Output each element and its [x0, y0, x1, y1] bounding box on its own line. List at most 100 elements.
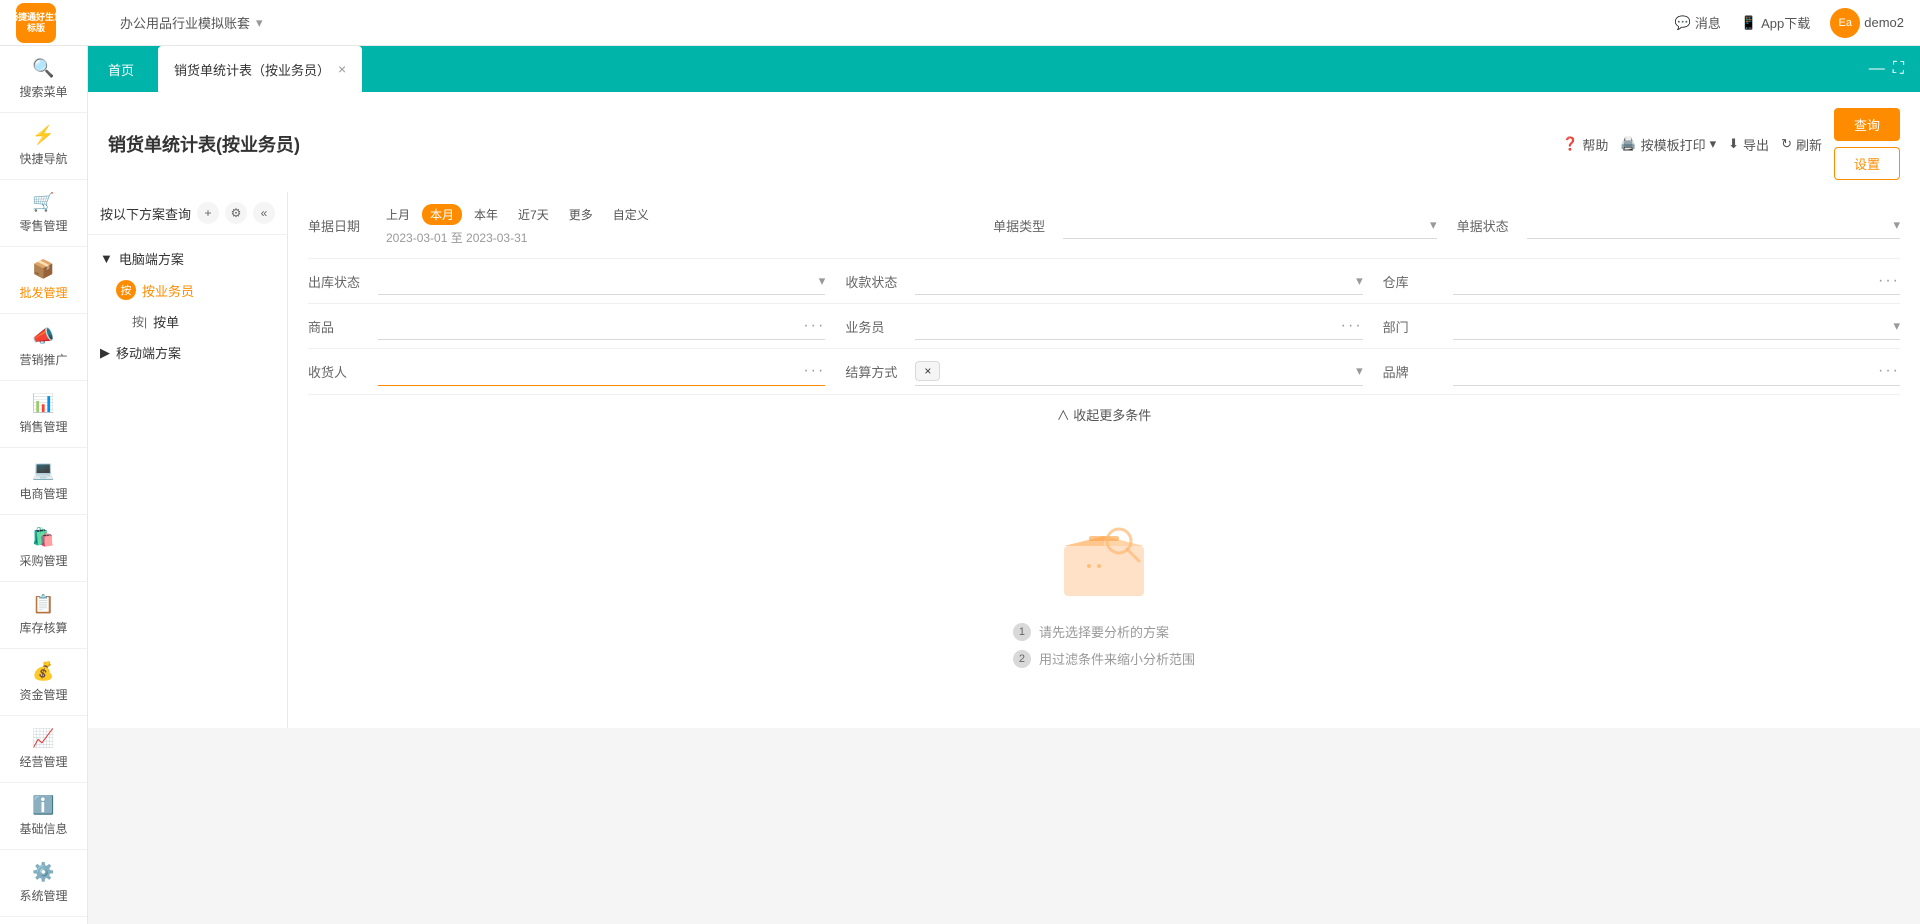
hint-num-2: 2 — [1013, 650, 1031, 668]
filter-payment-method-item: 结算方式 × ▾ — [845, 357, 1362, 386]
ecommerce-icon: 💻 — [32, 460, 54, 481]
scheme-settings-button[interactable]: ⚙ — [225, 202, 247, 224]
top-nav: 畅捷通好生意 标版 办公用品行业模拟账套 ▾ 💬 消息 📱 App下载 Ea d… — [0, 0, 1920, 46]
tab-close-icon[interactable]: × — [338, 61, 346, 77]
header-actions: ❓ 帮助 🖨️ 按模板打印 ▾ ⬇ 导出 ↻ — [1562, 108, 1900, 180]
date-tab-this-month[interactable]: 本月 — [422, 204, 462, 225]
filter-out-status-item: 出库状态 ▾ — [308, 267, 825, 295]
filter-product-control[interactable]: ··· — [378, 312, 825, 340]
app-selector[interactable]: 办公用品行业模拟账套 ▾ — [104, 13, 1675, 32]
finance-icon: 💰 — [32, 661, 54, 682]
scheme-action-buttons: + ⚙ « — [197, 202, 275, 224]
scheme-add-button[interactable]: + — [197, 202, 219, 224]
sidebar-item-search-menu[interactable]: 🔍 搜索菜单 — [0, 46, 87, 113]
filter-product-item: 商品 ··· — [308, 312, 825, 340]
help-button[interactable]: ❓ 帮助 — [1562, 135, 1608, 154]
warehouse-dots-icon: ··· — [1878, 272, 1900, 290]
export-button[interactable]: ⬇ 导出 — [1728, 135, 1769, 154]
refresh-icon: ↻ — [1781, 136, 1792, 152]
marketing-icon: 📣 — [32, 326, 54, 347]
tab-maximize-icon[interactable]: ⛶ — [1893, 60, 1904, 78]
tree-group-pc-arrow-icon: ▼ — [100, 251, 113, 266]
filter-doc-status-item: 单据状态 ▾ — [1457, 211, 1900, 239]
filter-brand-control[interactable]: ··· — [1453, 358, 1900, 386]
sidebar-item-marketing[interactable]: 📣 营销推广 — [0, 314, 87, 381]
avatar: Ea — [1830, 8, 1860, 38]
sidebar-item-ecommerce[interactable]: 💻 电商管理 — [0, 448, 87, 515]
logo-icon: 畅捷通好生意 标版 — [16, 3, 56, 43]
app-selector-arrow-icon: ▾ — [256, 15, 263, 31]
filter-row-2: 出库状态 ▾ 收款状态 ▾ — [308, 259, 1900, 304]
logo-area: 畅捷通好生意 标版 — [16, 3, 104, 43]
collapse-conditions-button[interactable]: ∧ 收起更多条件 — [1057, 405, 1152, 424]
scheme-collapse-button[interactable]: « — [253, 202, 275, 224]
sidebar-item-enterprise[interactable]: 🏢 企业协同 — [0, 917, 87, 924]
box-illustration — [1044, 506, 1164, 606]
filter-warehouse-item: 仓库 ··· — [1383, 267, 1900, 295]
page-header: 销货单统计表(按业务员) ❓ 帮助 🖨️ 按模板打印 ▾ ⬇ — [88, 92, 1920, 192]
sidebar-item-retail[interactable]: 🛒 零售管理 — [0, 180, 87, 247]
filter-payment-status-item: 收款状态 ▾ — [845, 267, 1362, 295]
date-tab-last-7days[interactable]: 近7天 — [510, 204, 557, 225]
filter-payment-status-control[interactable]: ▾ — [915, 267, 1362, 295]
filter-dept-label: 部门 — [1383, 317, 1453, 336]
tree-group-mobile-header[interactable]: ▶ 移动端方案 — [88, 337, 287, 368]
tab-home[interactable]: 首页 — [88, 46, 154, 92]
export-icon: ⬇ — [1728, 136, 1739, 152]
filter-warehouse-label: 仓库 — [1383, 272, 1453, 291]
filter-staff-control[interactable]: ··· — [915, 312, 1362, 340]
tree-group-pc-header[interactable]: ▼ 电脑端方案 — [88, 243, 287, 274]
filter-row-3: 商品 ··· 业务员 ··· — [308, 304, 1900, 349]
out-status-arrow-icon: ▾ — [819, 273, 826, 289]
filter-doc-type-control[interactable]: ▾ — [1063, 211, 1436, 239]
search-menu-icon: 🔍 — [32, 58, 54, 79]
payment-method-tag-close-icon[interactable]: × — [924, 364, 931, 378]
tab-active[interactable]: 销货单统计表（按业务员） × — [158, 46, 362, 92]
tree-item-by-staff[interactable]: 按 按业务员 — [88, 274, 287, 306]
sidebar-item-quick-nav[interactable]: ⚡ 快捷导航 — [0, 113, 87, 180]
filter-dept-control[interactable]: ▾ — [1453, 312, 1900, 340]
settings-button[interactable]: 设置 — [1834, 147, 1900, 180]
sidebar-item-finance[interactable]: 💰 资金管理 — [0, 649, 87, 716]
date-tab-this-year[interactable]: 本年 — [466, 204, 506, 225]
sidebar-item-wholesale[interactable]: 📦 批发管理 — [0, 247, 87, 314]
print-button[interactable]: 🖨️ 按模板打印 ▾ — [1620, 135, 1716, 154]
sidebar-item-sales[interactable]: 📊 销售管理 — [0, 381, 87, 448]
filter-out-status-control[interactable]: ▾ — [378, 267, 825, 295]
content-area: 首页 销货单统计表（按业务员） × — ⛶ 销货单统计表(按业务员) ❓ — [88, 46, 1920, 924]
date-tab-custom[interactable]: 自定义 — [605, 204, 657, 225]
tree-group-mobile: ▶ 移动端方案 — [88, 337, 287, 368]
doc-status-arrow-icon: ▾ — [1893, 217, 1900, 233]
filter-receiver-control[interactable]: ··· — [378, 358, 825, 386]
app-download-button[interactable]: 📱 App下载 — [1741, 13, 1810, 32]
filter-doc-status-control[interactable]: ▾ — [1527, 211, 1900, 239]
tree-subitem-by-order-icon: 按| — [132, 313, 147, 330]
product-dots-icon: ··· — [803, 317, 825, 335]
tab-actions: — ⛶ — [1869, 60, 1920, 78]
quick-nav-icon: ⚡ — [32, 125, 54, 146]
date-tab-last-month[interactable]: 上月 — [378, 204, 418, 225]
tab-minimize-icon[interactable]: — — [1869, 60, 1885, 78]
sidebar-item-operation[interactable]: 📈 经营管理 — [0, 716, 87, 783]
date-tabs: 上月 本月 本年 近7天 更多 自定义 — [378, 204, 657, 225]
user-area[interactable]: Ea demo2 — [1830, 8, 1904, 38]
filter-out-status-label: 出库状态 — [308, 272, 378, 291]
refresh-button[interactable]: ↻ 刷新 — [1781, 135, 1822, 154]
query-button[interactable]: 查询 — [1834, 108, 1900, 141]
sidebar-item-inventory[interactable]: 📋 库存核算 — [0, 582, 87, 649]
sidebar-item-purchase[interactable]: 🛍️ 采购管理 — [0, 515, 87, 582]
filter-payment-method-control[interactable]: × ▾ — [915, 357, 1362, 386]
tree-subitem-by-order[interactable]: 按| 按单 — [88, 306, 287, 337]
sidebar-item-system[interactable]: ⚙️ 系统管理 — [0, 850, 87, 917]
message-button[interactable]: 💬 消息 — [1675, 13, 1721, 32]
filter-payment-method-label: 结算方式 — [845, 362, 915, 381]
filter-date-label: 单据日期 — [308, 216, 378, 235]
sidebar-item-basic[interactable]: ℹ️ 基础信息 — [0, 783, 87, 850]
filter-warehouse-control[interactable]: ··· — [1453, 267, 1900, 295]
filter-results-area: 单据日期 上月 本月 本年 近7天 更多 自定义 — [288, 192, 1920, 728]
date-tab-more[interactable]: 更多 — [561, 204, 601, 225]
filter-receiver-label: 收货人 — [308, 362, 378, 381]
date-range-text: 2023-03-01 至 2023-03-31 — [386, 229, 527, 246]
filter-brand-label: 品牌 — [1383, 362, 1453, 381]
operation-icon: 📈 — [32, 728, 54, 749]
